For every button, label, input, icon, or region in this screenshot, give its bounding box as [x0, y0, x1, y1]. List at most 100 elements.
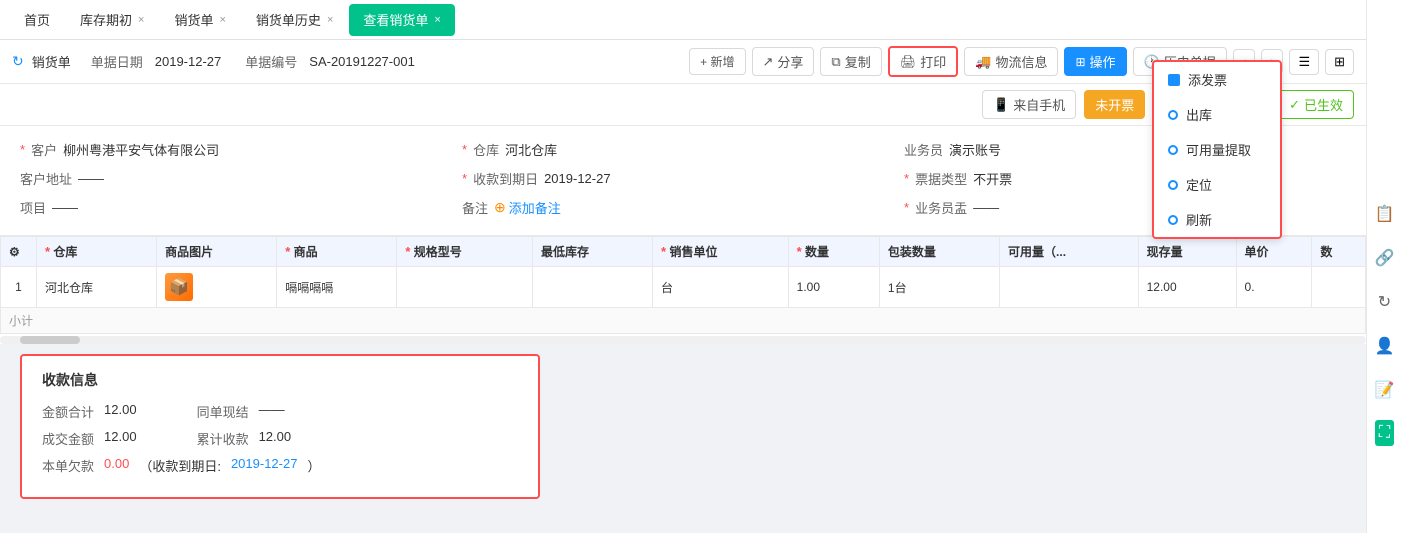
tab-view-sales[interactable]: 查看销货单 ×: [349, 4, 454, 36]
copy-icon: ⧉: [831, 54, 840, 70]
refresh-icon: [1168, 215, 1178, 225]
tab-inventory[interactable]: 库存期初 ×: [66, 4, 158, 36]
payment-row-2: 成交金额 12.00 累计收款 12.00: [42, 429, 518, 448]
date-value: 2019-12-27: [155, 54, 222, 69]
print-button[interactable]: 🖨 打印: [888, 46, 959, 77]
same-order-value: ——: [259, 402, 285, 421]
refresh-label: 刷新: [1186, 210, 1212, 229]
doc-icon: ↻: [12, 53, 24, 70]
locate-label: 定位: [1186, 175, 1212, 194]
th-price: 单价: [1236, 237, 1312, 267]
tab-home[interactable]: 首页: [10, 4, 64, 36]
plus-icon: ⊕: [494, 199, 506, 216]
cell-spec: [397, 267, 533, 308]
th-current: 现存量: [1138, 237, 1236, 267]
grid-icon: ⊞: [1075, 55, 1085, 69]
th-settings[interactable]: ⚙: [1, 237, 37, 267]
table-row: 1 河北仓库 📦 嗝嗝嗝嗝 台 1.00 1台 12.00 0.: [1, 267, 1366, 308]
dropdown-item-invoice[interactable]: 添发票: [1154, 62, 1280, 97]
available-label: 可用量提取: [1186, 140, 1251, 159]
list-view-button[interactable]: ☰: [1289, 49, 1319, 75]
dropdown-item-available[interactable]: 可用量提取: [1154, 132, 1280, 167]
payment-title: 收款信息: [42, 370, 518, 390]
table-header-row: ⚙ * 仓库 商品图片 * 商品 * 规格型号 最低库存 * 销售单位 * 数量…: [1, 237, 1366, 267]
dropdown-item-locate[interactable]: 定位: [1154, 167, 1280, 202]
invoice-label: 添发票: [1188, 70, 1227, 89]
doc-type-label: 销货单: [32, 52, 71, 71]
address-field: 客户地址 ——: [20, 169, 462, 188]
sidebar-link-icon[interactable]: 🔗: [1371, 244, 1399, 272]
sidebar-user-icon[interactable]: 👤: [1371, 332, 1399, 360]
deal-amount-label: 成交金额: [42, 429, 94, 448]
th-num: 数: [1312, 237, 1366, 267]
th-spec: * 规格型号: [397, 237, 533, 267]
scroll-hint[interactable]: [0, 336, 1366, 344]
tab-inventory-close[interactable]: ×: [138, 14, 144, 26]
grid-view-button[interactable]: ⊞: [1325, 49, 1354, 75]
required-marker5: *: [904, 200, 909, 215]
required-marker2: *: [462, 142, 467, 157]
locate-icon: [1168, 180, 1178, 190]
th-image: 商品图片: [157, 237, 277, 267]
cell-packqty: 1台: [879, 267, 999, 308]
th-packqty: 包装数量: [879, 237, 999, 267]
right-sidebar: 📋 🔗 ↻ 👤 📝 ⛶: [1366, 0, 1402, 533]
owe-value: 0.00: [104, 456, 129, 475]
th-minstock: 最低库存: [532, 237, 652, 267]
deal-amount-value: 12.00: [104, 429, 137, 448]
dropdown-item-refresh[interactable]: 刷新: [1154, 202, 1280, 237]
cell-num: [1312, 267, 1366, 308]
same-order-field: 同单现结 ——: [197, 402, 285, 421]
deal-amount-field: 成交金额 12.00: [42, 429, 137, 448]
tab-history[interactable]: 销货单历史 ×: [242, 4, 347, 36]
dropdown-item-outstock[interactable]: 出库: [1154, 97, 1280, 132]
th-product: * 商品: [277, 237, 397, 267]
warehouse-field: * 仓库 河北仓库: [462, 140, 904, 159]
tab-bar: 首页 库存期初 × 销货单 × 销货单历史 × 查看销货单 × ×: [0, 0, 1366, 40]
share-button[interactable]: ↗ 分享: [752, 47, 815, 76]
tab-sales-close[interactable]: ×: [219, 14, 225, 26]
total-amount-field: 金额合计 12.00: [42, 402, 137, 421]
owe-label: 本单欠款: [42, 456, 94, 475]
from-phone-button[interactable]: 📱 来自手机: [982, 90, 1076, 119]
add-note-button[interactable]: ⊕ 添加备注: [494, 198, 561, 217]
copy-button[interactable]: ⧉ 复制: [820, 47, 881, 76]
logistics-button[interactable]: 🚚 物流信息: [964, 47, 1058, 76]
form-row-3: 项目 —— 备注 ⊕ 添加备注 * 业务员盂 ——: [20, 198, 1346, 217]
order-value: SA-20191227-001: [309, 54, 415, 69]
data-table: ⚙ * 仓库 商品图片 * 商品 * 规格型号 最低库存 * 销售单位 * 数量…: [0, 236, 1366, 334]
cell-unit: 台: [653, 267, 789, 308]
owe-date: 2019-12-27: [231, 456, 298, 475]
outstock-label: 出库: [1186, 105, 1212, 124]
form-row-1: * 客户 柳州粤港平安气体有限公司 * 仓库 河北仓库 业务员 演示账号: [20, 140, 1346, 159]
sidebar-doc-icon[interactable]: 📋: [1371, 200, 1399, 228]
cell-product: 嗝嗝嗝嗝: [277, 267, 397, 308]
payment-row-3: 本单欠款 0.00 （收款到期日: 2019-12-27 ）: [42, 456, 518, 475]
sidebar-note-icon[interactable]: 📝: [1371, 376, 1399, 404]
not-open-button[interactable]: 未开票: [1084, 90, 1145, 119]
note-field: 备注 ⊕ 添加备注: [462, 198, 904, 217]
owe-field: 本单欠款 0.00 （收款到期日: 2019-12-27 ）: [42, 456, 320, 475]
total-amount-value: 12.00: [104, 402, 137, 421]
check-icon3: ✓: [1289, 97, 1300, 113]
payment-row-1: 金额合计 12.00 同单现结 ——: [42, 402, 518, 421]
tab-history-close[interactable]: ×: [327, 14, 333, 26]
th-warehouse: * 仓库: [37, 237, 157, 267]
same-order-label: 同单现结: [197, 402, 249, 421]
cell-image: 📦: [157, 267, 277, 308]
cumulative-value: 12.00: [259, 429, 292, 448]
phone-icon: 📱: [993, 97, 1009, 113]
invoice-icon: [1168, 74, 1180, 86]
scroll-thumb: [20, 336, 80, 344]
new-button[interactable]: + 新增: [689, 48, 745, 75]
sidebar-expand-icon[interactable]: ⛶: [1375, 420, 1394, 446]
cell-qty: 1.00: [788, 267, 879, 308]
effective-button[interactable]: ✓ 已生效: [1278, 90, 1354, 119]
tab-view-sales-close[interactable]: ×: [434, 14, 440, 26]
required-marker3: *: [462, 171, 467, 186]
truck-icon: 🚚: [975, 54, 991, 70]
operate-button[interactable]: ⊞ 操作: [1064, 47, 1126, 76]
sidebar-refresh-icon[interactable]: ↻: [1374, 288, 1395, 316]
tab-sales[interactable]: 销货单 ×: [160, 4, 239, 36]
available-icon: [1168, 145, 1178, 155]
